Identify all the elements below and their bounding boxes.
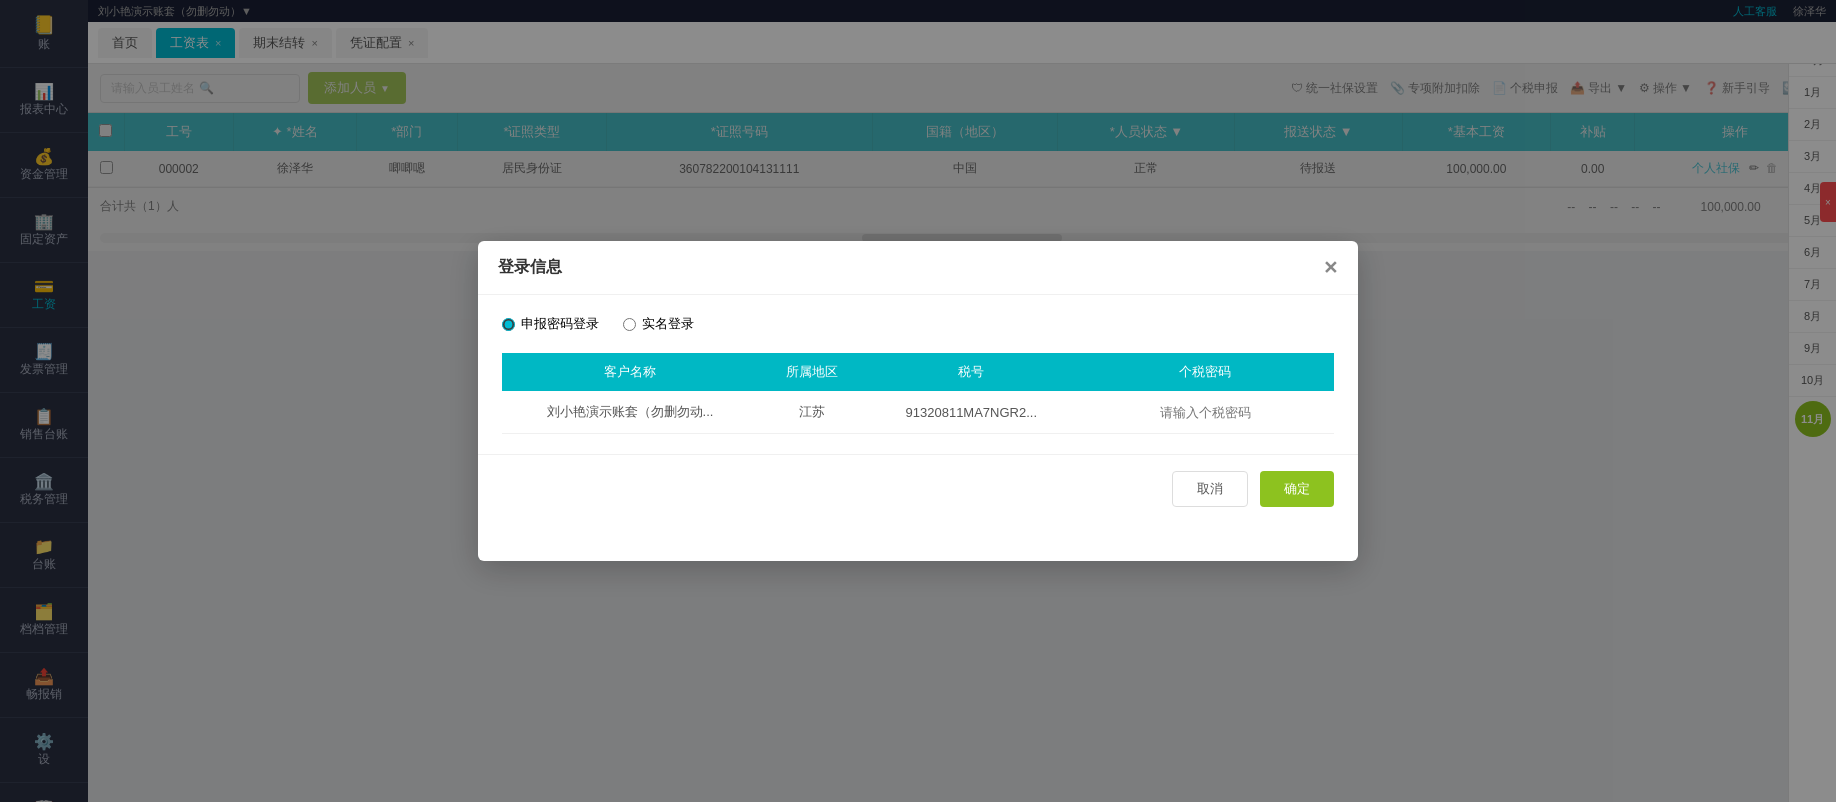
modal-header: 登录信息 ✕ [478,241,1358,295]
radio-password-input[interactable] [502,318,515,331]
radio-realname-input[interactable] [623,318,636,331]
modal-table-row: 刘小艳演示账套（勿删勿动... 江苏 91320811MA7NGR2... [502,391,1334,434]
modal-col-password: 个税密码 [1077,353,1334,391]
modal-row-password[interactable] [1077,391,1334,434]
modal-overlay: 登录信息 ✕ 申报密码登录 实名登录 客户名称 所属地区 [0,0,1836,802]
modal-cancel-button[interactable]: 取消 [1172,471,1248,507]
modal-row-tax-no: 91320811MA7NGR2... [866,391,1076,434]
tax-password-input[interactable] [1093,405,1318,420]
radio-group: 申报密码登录 实名登录 [502,315,1334,333]
modal-login-table: 客户名称 所属地区 税号 个税密码 刘小艳演示账套（勿删勿动... 江苏 913… [502,353,1334,434]
modal-footer: 取消 确定 [478,454,1358,523]
modal-col-tax-no: 税号 [866,353,1076,391]
modal-row-region: 江苏 [758,391,866,434]
modal-col-region: 所属地区 [758,353,866,391]
modal-confirm-button[interactable]: 确定 [1260,471,1334,507]
modal-title: 登录信息 [498,257,562,278]
radio-password-login[interactable]: 申报密码登录 [502,315,599,333]
modal-close-icon[interactable]: ✕ [1323,259,1338,277]
radio-realname-login[interactable]: 实名登录 [623,315,694,333]
modal-col-name: 客户名称 [502,353,758,391]
login-info-modal: 登录信息 ✕ 申报密码登录 实名登录 客户名称 所属地区 [478,241,1358,561]
modal-row-name: 刘小艳演示账套（勿删勿动... [502,391,758,434]
modal-body: 申报密码登录 实名登录 客户名称 所属地区 税号 个税密码 [478,295,1358,454]
